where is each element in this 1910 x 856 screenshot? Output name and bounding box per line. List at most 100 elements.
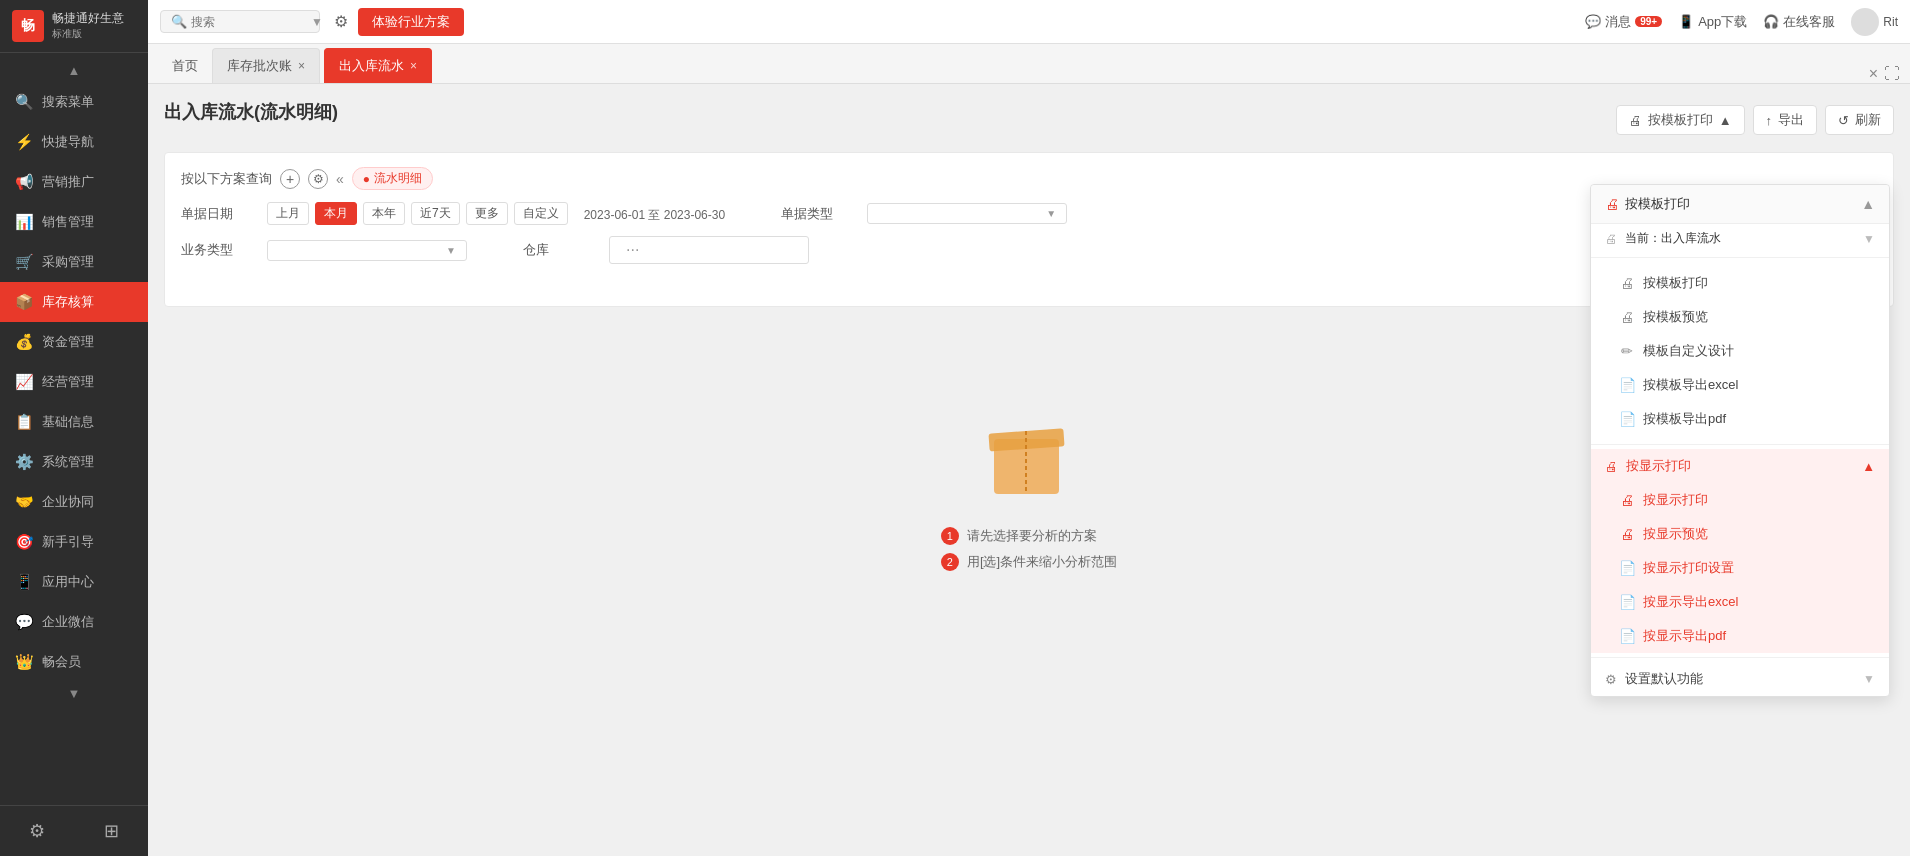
- message-icon: 💬: [1585, 14, 1601, 29]
- main-content: 🔍 ▼ ⚙ 体验行业方案 💬 消息 99+ 📱 App下载 🎧 在线客服: [148, 0, 1910, 856]
- topbar-search-dropdown-icon[interactable]: ▼: [311, 15, 323, 29]
- export-label: 导出: [1778, 111, 1804, 129]
- step-1-text: 请先选择要分析的方案: [967, 527, 1097, 545]
- tab-batch-account-close[interactable]: ×: [298, 59, 305, 73]
- dropdown-item-display-export-pdf[interactable]: 📄 按显示导出pdf: [1591, 619, 1889, 653]
- filter-business-type-select[interactable]: ▼: [267, 240, 467, 261]
- message-badge: 99+: [1635, 16, 1662, 27]
- current-label-value: 当前：出入库流水: [1625, 230, 1721, 247]
- dropdown-item-template-custom[interactable]: ✏ 模板自定义设计: [1591, 334, 1889, 368]
- display-print-label: 按显示打印: [1643, 491, 1708, 509]
- sidebar-item-enterprise[interactable]: 🤝 企业协同: [0, 482, 148, 522]
- operation-icon: 📈: [14, 372, 34, 392]
- topbar-search-box[interactable]: 🔍 ▼: [160, 10, 320, 33]
- topbar-gear-icon[interactable]: ⚙: [334, 12, 348, 31]
- message-item[interactable]: 💬 消息 99+: [1585, 13, 1662, 31]
- display-print-settings-label: 按显示打印设置: [1643, 559, 1734, 577]
- print-template-button[interactable]: 🖨 按模板打印 ▲: [1616, 105, 1745, 135]
- filter-warehouse-select[interactable]: ···: [609, 236, 809, 264]
- dropdown-item-display-print[interactable]: 🖨 按显示打印: [1591, 483, 1889, 517]
- collapse-bottom-icon[interactable]: ⊞: [100, 816, 123, 846]
- display-pdf-icon: 📄: [1619, 628, 1635, 644]
- export-icon: ↑: [1766, 113, 1773, 128]
- template-print-label: 按模板打印: [1643, 274, 1708, 292]
- brand-sub: 标准版: [52, 27, 124, 41]
- sidebar-item-operation[interactable]: 📈 经营管理: [0, 362, 148, 402]
- date-filter-7days[interactable]: 近7天: [411, 202, 460, 225]
- warehouse-more-button[interactable]: ···: [626, 241, 639, 259]
- logo-icon: 畅: [12, 10, 44, 42]
- sidebar-scroll-up[interactable]: ▲: [0, 59, 148, 82]
- trial-button[interactable]: 体验行业方案: [358, 8, 464, 36]
- date-filter-last-month[interactable]: 上月: [267, 202, 309, 225]
- member-icon: 👑: [14, 652, 34, 672]
- current-icon: 🖨: [1605, 232, 1617, 246]
- dropdown-item-template-export-excel[interactable]: 📄 按模板导出excel: [1591, 368, 1889, 402]
- sidebar-item-basic[interactable]: 📋 基础信息: [0, 402, 148, 442]
- dropdown-item-template-export-pdf[interactable]: 📄 按模板导出pdf: [1591, 402, 1889, 436]
- sidebar-item-label: 搜索菜单: [42, 93, 94, 111]
- sidebar-item-search[interactable]: 🔍 搜索菜单: [0, 82, 148, 122]
- wechat-icon: 💬: [14, 612, 34, 632]
- search-icon: 🔍: [14, 92, 34, 112]
- dropdown-item-display-export-excel[interactable]: 📄 按显示导出excel: [1591, 585, 1889, 619]
- refresh-button[interactable]: ↺ 刷新: [1825, 105, 1894, 135]
- date-filter-custom[interactable]: 自定义: [514, 202, 568, 225]
- topbar-right: 💬 消息 99+ 📱 App下载 🎧 在线客服 Rit: [1585, 8, 1898, 36]
- date-filter-this-month[interactable]: 本月: [315, 202, 357, 225]
- sidebar-item-marketing[interactable]: 📢 营销推广: [0, 162, 148, 202]
- sidebar-item-finance[interactable]: 💰 资金管理: [0, 322, 148, 362]
- tabs-close-all-button[interactable]: ×: [1869, 65, 1878, 83]
- dropdown-item-display-print-settings[interactable]: 📄 按显示打印设置: [1591, 551, 1889, 585]
- tab-home[interactable]: 首页: [158, 49, 212, 83]
- settings-bottom-icon[interactable]: ⚙: [25, 816, 49, 846]
- display-section-arrow: ▲: [1862, 459, 1875, 474]
- filter-add-button[interactable]: +: [280, 169, 300, 189]
- sidebar-item-purchase[interactable]: 🛒 采购管理: [0, 242, 148, 282]
- app-download-item[interactable]: 📱 App下载: [1678, 13, 1747, 31]
- dropdown-item-display-preview[interactable]: 🖨 按显示预览: [1591, 517, 1889, 551]
- app-center-icon: 📱: [14, 572, 34, 592]
- sidebar-scroll-down[interactable]: ▼: [0, 682, 148, 705]
- export-button[interactable]: ↑ 导出: [1753, 105, 1818, 135]
- topbar-search-input[interactable]: [191, 15, 311, 29]
- sidebar-item-guide[interactable]: 🎯 新手引导: [0, 522, 148, 562]
- tab-batch-account[interactable]: 库存批次账 ×: [212, 48, 320, 83]
- display-section-header[interactable]: 🖨 按显示打印 ▲: [1591, 449, 1889, 483]
- filter-expand-button[interactable]: «: [336, 171, 344, 187]
- filter-date-label: 单据日期: [181, 205, 251, 223]
- refresh-icon: ↺: [1838, 113, 1849, 128]
- sidebar-item-sales[interactable]: 📊 销售管理: [0, 202, 148, 242]
- tab-flow[interactable]: 出入库流水 ×: [324, 48, 432, 83]
- user-avatar-item[interactable]: Rit: [1851, 8, 1898, 36]
- sidebar-item-member[interactable]: 👑 畅会员: [0, 642, 148, 682]
- sidebar-item-app-center[interactable]: 📱 应用中心: [0, 562, 148, 602]
- sidebar-item-inventory[interactable]: 📦 库存核算: [0, 282, 148, 322]
- date-filter-more[interactable]: 更多: [466, 202, 508, 225]
- online-service-item[interactable]: 🎧 在线客服: [1763, 13, 1835, 31]
- tabs-expand-button[interactable]: ⛶: [1884, 65, 1900, 83]
- sidebar-item-system[interactable]: ⚙️ 系统管理: [0, 442, 148, 482]
- sidebar-item-label: 快捷导航: [42, 133, 94, 151]
- filter-bill-type-select[interactable]: ▼: [867, 203, 1067, 224]
- tab-batch-account-label: 库存批次账: [227, 57, 292, 75]
- date-filter-this-year[interactable]: 本年: [363, 202, 405, 225]
- page-body: 出入库流水(流水明细) 🖨 按模板打印 ▲ ↑ 导出 ↺ 刷新: [148, 84, 1910, 856]
- template-preview-label: 按模板预览: [1643, 308, 1708, 326]
- dropdown-item-template-preview[interactable]: 🖨 按模板预览: [1591, 300, 1889, 334]
- default-section-arrow: ▼: [1863, 672, 1875, 686]
- sidebar-item-quick-nav[interactable]: ⚡ 快捷导航: [0, 122, 148, 162]
- sidebar-item-label: 畅会员: [42, 653, 81, 671]
- dropdown-item-template-print[interactable]: 🖨 按模板打印: [1591, 266, 1889, 300]
- filter-tag[interactable]: ● 流水明细: [352, 167, 433, 190]
- display-print-icon: 🖨: [1619, 492, 1635, 508]
- default-section-item[interactable]: ⚙ 设置默认功能 ▼: [1591, 662, 1889, 696]
- panel-up-arrow[interactable]: ▲: [1861, 196, 1875, 212]
- sidebar-item-wechat[interactable]: 💬 企业微信: [0, 602, 148, 642]
- sidebar-item-label: 资金管理: [42, 333, 94, 351]
- template-custom-icon: ✏: [1619, 343, 1635, 359]
- tab-flow-close[interactable]: ×: [410, 59, 417, 73]
- filter-settings-button[interactable]: ⚙: [308, 169, 328, 189]
- topbar-search-icon: 🔍: [171, 14, 187, 29]
- sidebar-item-label: 销售管理: [42, 213, 94, 231]
